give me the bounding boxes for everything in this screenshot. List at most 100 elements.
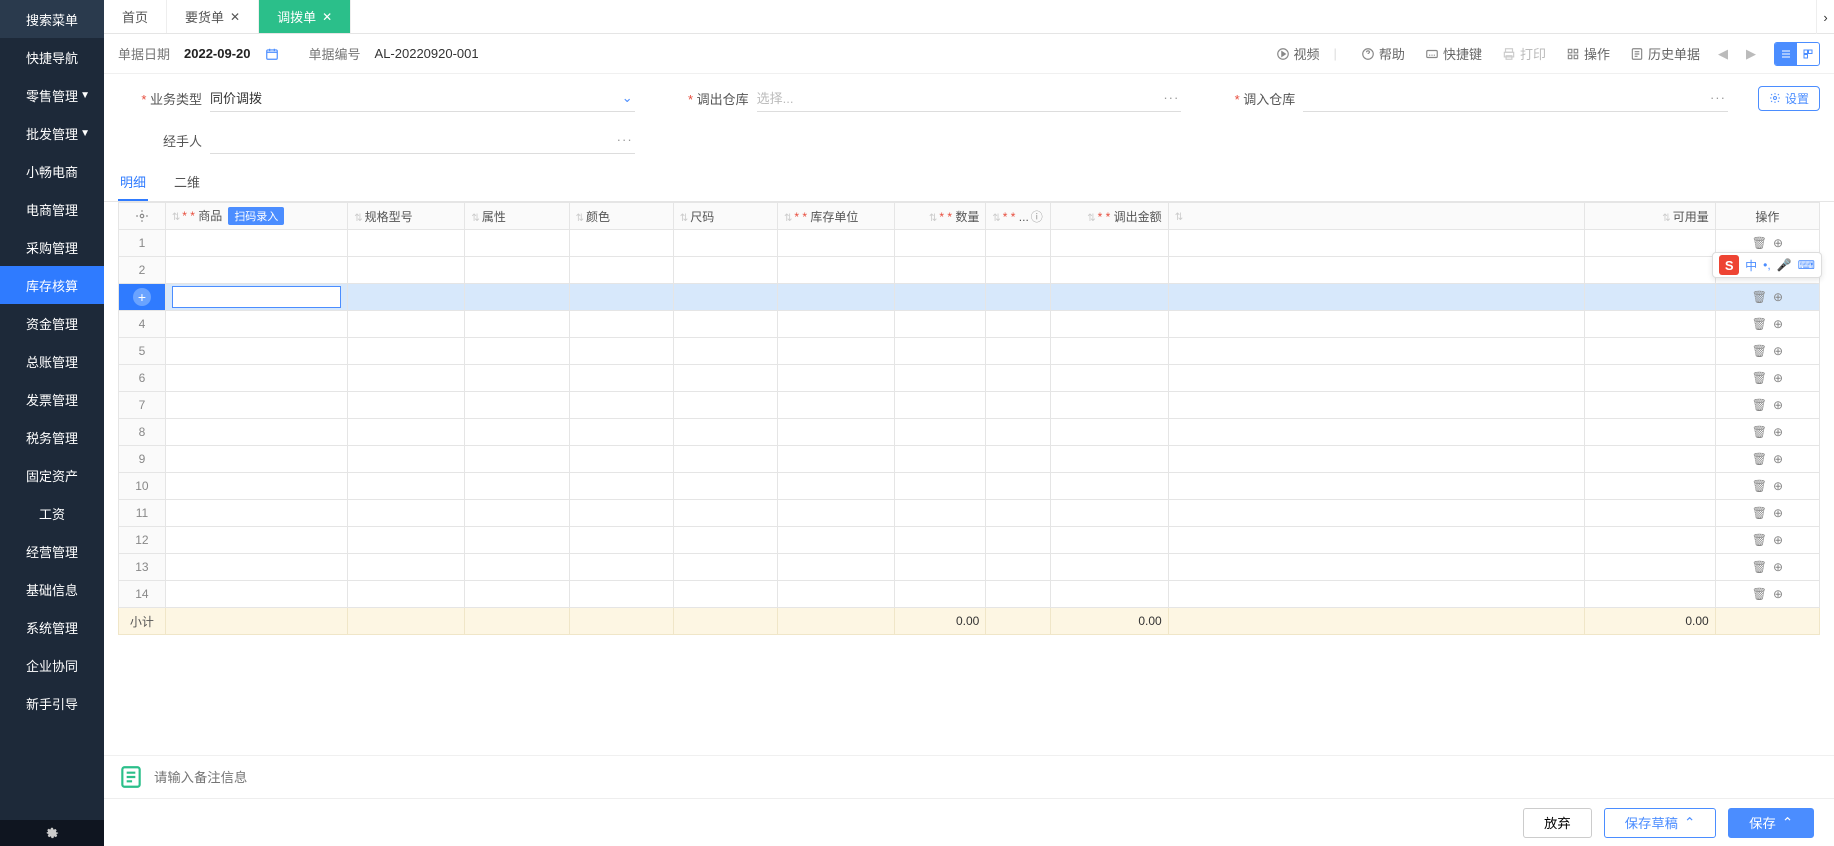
table-row[interactable]: 6🗑⊕: [119, 365, 1820, 392]
help-button[interactable]: 帮助: [1361, 44, 1405, 63]
table-row[interactable]: 11🗑⊕: [119, 500, 1820, 527]
col-color[interactable]: ⇅颜色: [569, 203, 673, 230]
operate-button[interactable]: 操作: [1566, 44, 1610, 63]
tabs-next[interactable]: ›: [1816, 0, 1834, 34]
col-blank[interactable]: ⇅: [1168, 203, 1585, 230]
sidebar-item-固定资产[interactable]: 固定资产: [0, 456, 104, 494]
table-row[interactable]: 1🗑⊕: [119, 230, 1820, 257]
prev-doc[interactable]: ◀: [1718, 46, 1728, 62]
copy-icon[interactable]: ⊕: [1773, 479, 1783, 493]
sidebar-item-企业协同[interactable]: 企业协同: [0, 646, 104, 684]
save-draft-button[interactable]: 保存草稿⌃: [1604, 808, 1716, 838]
tab-调拨单[interactable]: 调拨单✕: [259, 0, 351, 33]
input-out-warehouse[interactable]: 选择... ···: [757, 84, 1182, 112]
tab-detail[interactable]: 明细: [118, 164, 148, 201]
table-row[interactable]: 7🗑⊕: [119, 392, 1820, 419]
table-row[interactable]: 9🗑⊕: [119, 446, 1820, 473]
col-gear[interactable]: [119, 203, 166, 230]
product-input[interactable]: [172, 286, 341, 308]
history-button[interactable]: 历史单据: [1630, 44, 1700, 63]
sidebar-item-零售管理[interactable]: 零售管理▼: [0, 76, 104, 114]
delete-icon[interactable]: 🗑: [1752, 344, 1767, 358]
col-avail[interactable]: ⇅可用量: [1585, 203, 1715, 230]
delete-icon[interactable]: 🗑: [1752, 560, 1767, 574]
col-price[interactable]: ⇅* ...ⓘ: [986, 203, 1051, 230]
sidebar-item-资金管理[interactable]: 资金管理: [0, 304, 104, 342]
table-row[interactable]: 5🗑⊕: [119, 338, 1820, 365]
sidebar-item-总账管理[interactable]: 总账管理: [0, 342, 104, 380]
copy-icon[interactable]: ⊕: [1773, 290, 1783, 304]
delete-icon[interactable]: 🗑: [1752, 290, 1767, 304]
sidebar-item-采购管理[interactable]: 采购管理: [0, 228, 104, 266]
sidebar-item-发票管理[interactable]: 发票管理: [0, 380, 104, 418]
tab-matrix[interactable]: 二维: [172, 164, 202, 201]
col-amount[interactable]: ⇅* 调出金额: [1051, 203, 1168, 230]
table-row[interactable]: 2🗑⊕: [119, 257, 1820, 284]
input-in-warehouse[interactable]: ···: [1303, 84, 1728, 112]
calendar-icon[interactable]: [265, 46, 279, 62]
copy-icon[interactable]: ⊕: [1773, 506, 1783, 520]
add-row-icon[interactable]: +: [133, 288, 151, 306]
sidebar-item-快捷导航[interactable]: 快捷导航: [0, 38, 104, 76]
remark-input[interactable]: [154, 770, 1820, 785]
col-attr[interactable]: ⇅属性: [465, 203, 569, 230]
col-spec[interactable]: ⇅规格型号: [348, 203, 465, 230]
sidebar-item-新手引导[interactable]: 新手引导: [0, 684, 104, 722]
col-op[interactable]: 操作: [1715, 203, 1819, 230]
close-icon[interactable]: ✕: [230, 10, 240, 24]
sidebar-item-搜索菜单[interactable]: 搜索菜单: [0, 0, 104, 38]
table-row[interactable]: + 🗑 ⊕: [119, 284, 1820, 311]
delete-icon[interactable]: 🗑: [1752, 533, 1767, 547]
sidebar-item-基础信息[interactable]: 基础信息: [0, 570, 104, 608]
shortcut-button[interactable]: 快捷键: [1425, 44, 1482, 63]
sidebar-item-税务管理[interactable]: 税务管理: [0, 418, 104, 456]
sidebar-item-电商管理[interactable]: 电商管理: [0, 190, 104, 228]
col-product[interactable]: ⇅* 商品扫码录入: [165, 203, 347, 230]
settings-button[interactable]: 设置: [1758, 86, 1820, 111]
col-size[interactable]: ⇅尺码: [673, 203, 777, 230]
table-row[interactable]: 8🗑⊕: [119, 419, 1820, 446]
input-handler[interactable]: ···: [210, 126, 635, 154]
sidebar-item-经营管理[interactable]: 经营管理: [0, 532, 104, 570]
copy-icon[interactable]: ⊕: [1773, 533, 1783, 547]
discard-button[interactable]: 放弃: [1523, 808, 1592, 838]
view-list[interactable]: [1775, 43, 1797, 65]
scan-button[interactable]: 扫码录入: [228, 207, 284, 225]
copy-icon[interactable]: ⊕: [1773, 317, 1783, 331]
copy-icon[interactable]: ⊕: [1773, 587, 1783, 601]
col-unit[interactable]: ⇅* 库存单位: [777, 203, 894, 230]
delete-icon[interactable]: 🗑: [1752, 398, 1767, 412]
sidebar-item-小畅电商[interactable]: 小畅电商: [0, 152, 104, 190]
copy-icon[interactable]: ⊕: [1773, 236, 1783, 250]
delete-icon[interactable]: 🗑: [1752, 452, 1767, 466]
delete-icon[interactable]: 🗑: [1752, 506, 1767, 520]
sidebar-item-库存核算[interactable]: 库存核算: [0, 266, 104, 304]
delete-icon[interactable]: 🗑: [1752, 371, 1767, 385]
copy-icon[interactable]: ⊕: [1773, 344, 1783, 358]
print-button[interactable]: 打印: [1502, 44, 1546, 63]
table-row[interactable]: 4🗑⊕: [119, 311, 1820, 338]
table-row[interactable]: 10🗑⊕: [119, 473, 1820, 500]
sidebar-item-工资[interactable]: 工资: [0, 494, 104, 532]
table-row[interactable]: 12🗑⊕: [119, 527, 1820, 554]
view-card[interactable]: [1797, 43, 1819, 65]
delete-icon[interactable]: 🗑: [1752, 425, 1767, 439]
date-value[interactable]: 2022-09-20: [184, 46, 251, 61]
copy-icon[interactable]: ⊕: [1773, 425, 1783, 439]
info-icon[interactable]: ⓘ: [1031, 210, 1043, 224]
input-business-type[interactable]: 同价调拨 ⌄: [210, 84, 635, 112]
table-row[interactable]: 14🗑⊕: [119, 581, 1820, 608]
save-button[interactable]: 保存⌃: [1728, 808, 1814, 838]
delete-icon[interactable]: 🗑: [1752, 587, 1767, 601]
sidebar-item-批发管理[interactable]: 批发管理▼: [0, 114, 104, 152]
table-row[interactable]: 13🗑⊕: [119, 554, 1820, 581]
tab-要货单[interactable]: 要货单✕: [167, 0, 259, 33]
copy-icon[interactable]: ⊕: [1773, 560, 1783, 574]
video-button[interactable]: 视频: [1276, 44, 1320, 63]
copy-icon[interactable]: ⊕: [1773, 371, 1783, 385]
delete-icon[interactable]: 🗑: [1752, 317, 1767, 331]
col-qty[interactable]: ⇅* 数量: [895, 203, 986, 230]
tab-首页[interactable]: 首页: [104, 0, 167, 33]
copy-icon[interactable]: ⊕: [1773, 398, 1783, 412]
sidebar-settings[interactable]: [0, 820, 104, 846]
